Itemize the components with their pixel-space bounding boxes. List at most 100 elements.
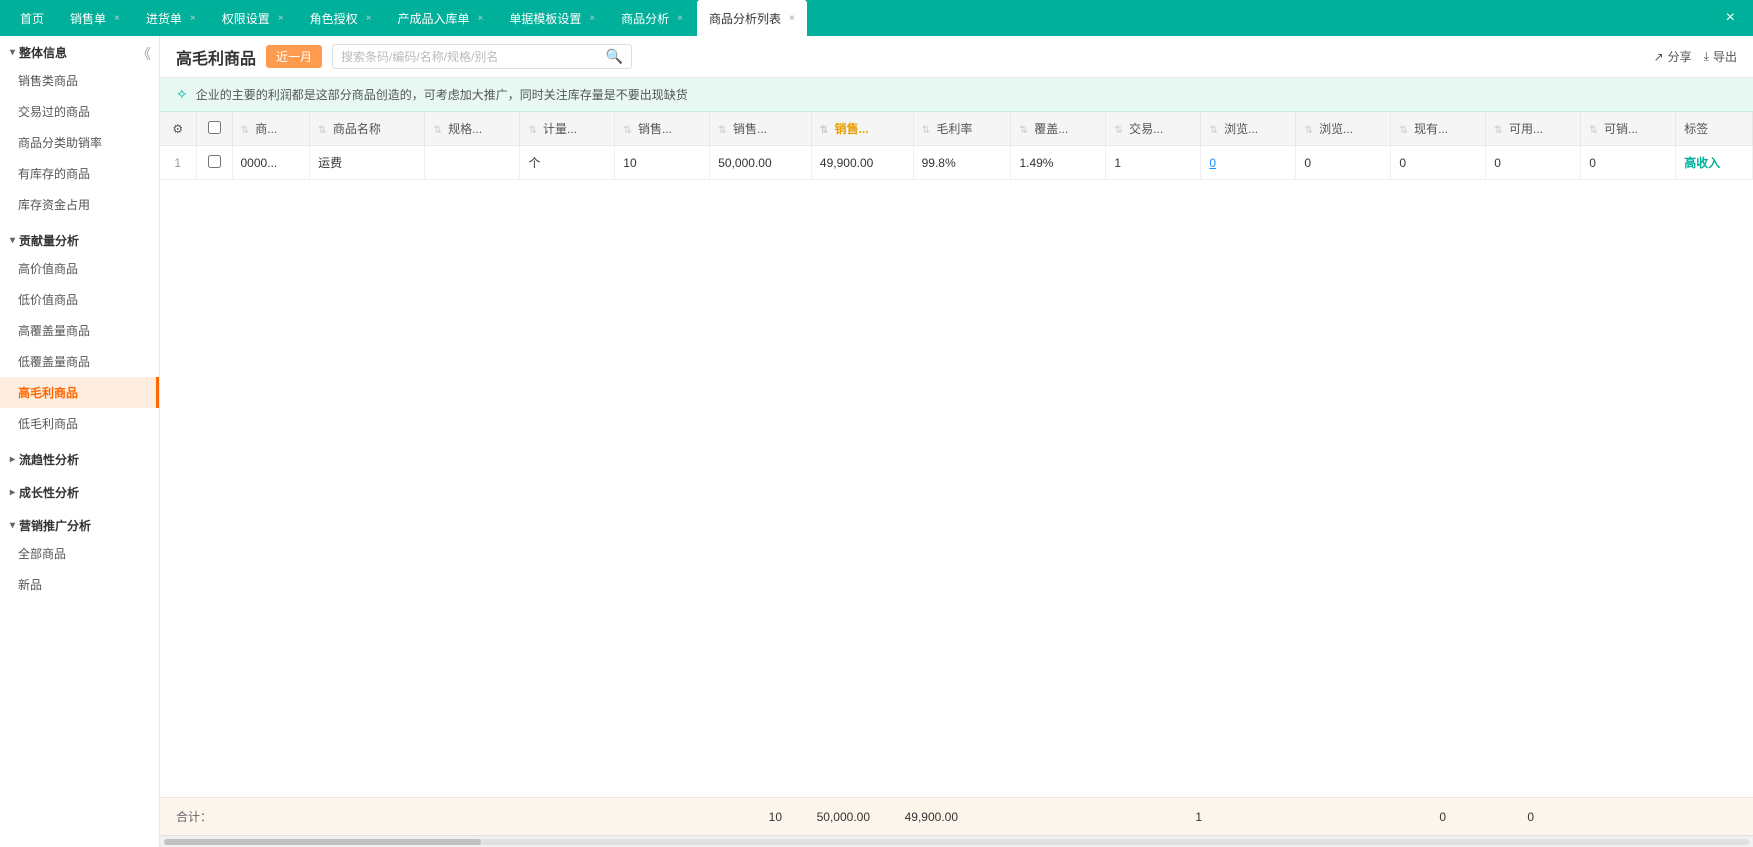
select-all-checkbox[interactable] — [208, 121, 221, 134]
col-coverage[interactable]: ⇅ 覆盖... — [1011, 112, 1106, 146]
row-gross-rate: 99.8% — [913, 146, 1011, 180]
footer-available: 0 — [1462, 810, 1542, 824]
sidebar-item-sales-products[interactable]: 销售类商品 — [0, 65, 159, 96]
nav-sales[interactable]: 销售单 × — [58, 0, 132, 36]
col-transactions[interactable]: ⇅ 交易... — [1106, 112, 1201, 146]
sidebar-item-high-margin[interactable]: 高毛利商品 — [0, 377, 159, 408]
row-browse1[interactable]: 0 — [1201, 146, 1296, 180]
nav-product-analysis[interactable]: 商品分析 × — [609, 0, 695, 36]
footer-summary: 合计： 10 50,000.00 49,900.00 1 0 0 — [160, 797, 1753, 835]
sidebar-item-category-sales-rate[interactable]: 商品分类助销率 — [0, 127, 159, 158]
sort-icon-14: ⇅ — [1494, 125, 1502, 136]
sidebar-item-low-value[interactable]: 低价值商品 — [0, 284, 159, 315]
nav-purchase[interactable]: 进货单 × — [134, 0, 208, 36]
close-inbound-tab[interactable]: × — [477, 13, 483, 24]
nav-product-inbound[interactable]: 产成品入库单 × — [385, 0, 495, 36]
chevron-down-icon-3: ▾ — [10, 520, 15, 531]
nav-product-analysis-list[interactable]: 商品分析列表 × — [697, 0, 807, 36]
sidebar-item-traded-products[interactable]: 交易过的商品 — [0, 96, 159, 127]
content-area: 高毛利商品 近一月 🔍 ↗ 分享 ⤓ 导出 ✧ 企业的主要的利润都是这部分商品创… — [160, 36, 1753, 847]
col-sellable[interactable]: ⇅ 可销... — [1581, 112, 1676, 146]
row-unit: 个 — [520, 146, 615, 180]
close-purchase-tab[interactable]: × — [190, 13, 196, 24]
close-role-tab[interactable]: × — [366, 13, 372, 24]
sidebar-item-new-products[interactable]: 新品 — [0, 569, 159, 600]
share-icon: ↗ — [1654, 50, 1664, 64]
content-header: 高毛利商品 近一月 🔍 ↗ 分享 ⤓ 导出 — [160, 36, 1753, 78]
footer-transactions: 1 — [1130, 810, 1210, 824]
sidebar-group-contribution: ▾ 贡献量分析 高价值商品 低价值商品 高覆盖量商品 低覆盖量商品 高毛利商品 … — [0, 224, 159, 439]
col-settings[interactable]: ⚙ — [160, 112, 196, 146]
nav-template-settings[interactable]: 单据模板设置 × — [497, 0, 607, 36]
sort-icon-8: ⇅ — [922, 125, 930, 136]
share-button[interactable]: ↗ 分享 — [1654, 48, 1692, 65]
col-sales2[interactable]: ⇅ 销售... — [710, 112, 812, 146]
close-template-tab[interactable]: × — [589, 13, 595, 24]
sidebar-group-marketing: ▾ 营销推广分析 全部商品 新品 — [0, 509, 159, 600]
sidebar-item-in-stock-products[interactable]: 有库存的商品 — [0, 158, 159, 189]
close-analysis-list-tab[interactable]: × — [789, 13, 795, 24]
row-browse2: 0 — [1296, 146, 1391, 180]
sidebar-item-high-value[interactable]: 高价值商品 — [0, 253, 159, 284]
export-button[interactable]: ⤓ 导出 — [1704, 48, 1737, 65]
sidebar-section-growth[interactable]: ▸ 成长性分析 — [0, 476, 159, 505]
sidebar-section-overall[interactable]: ▾ 整体信息 — [0, 36, 159, 65]
col-browse1[interactable]: ⇅ 浏览... — [1201, 112, 1296, 146]
search-box: 🔍 — [332, 44, 632, 69]
row-sales1: 10 — [615, 146, 710, 180]
col-tag[interactable]: 标签 — [1676, 112, 1753, 146]
col-sales3[interactable]: ⇅ 销售... — [811, 112, 913, 146]
nav-home[interactable]: 首页 — [8, 0, 56, 36]
row-checkbox[interactable] — [196, 146, 232, 180]
close-permission-tab[interactable]: × — [278, 13, 284, 24]
sidebar-collapse-button[interactable]: 《 — [137, 44, 151, 64]
sidebar-item-low-margin[interactable]: 低毛利商品 — [0, 408, 159, 439]
col-gross-rate[interactable]: ⇅ 毛利率 — [913, 112, 1011, 146]
col-checkbox[interactable] — [196, 112, 232, 146]
col-sales1[interactable]: ⇅ 销售... — [615, 112, 710, 146]
col-current[interactable]: ⇅ 现有... — [1391, 112, 1486, 146]
horizontal-scrollbar[interactable] — [160, 835, 1753, 847]
search-input[interactable] — [341, 50, 600, 64]
export-icon: ⤓ — [1704, 49, 1709, 64]
col-spec[interactable]: ⇅ 规格... — [425, 112, 520, 146]
row-sellable: 0 — [1581, 146, 1676, 180]
sidebar-item-inventory-capital[interactable]: 库存资金占用 — [0, 189, 159, 220]
filter-recent-month-button[interactable]: 近一月 — [266, 45, 322, 68]
sort-icon-15: ⇅ — [1589, 125, 1597, 136]
table-header-row: ⚙ ⇅ 商... ⇅ 商品名称 — [160, 112, 1753, 146]
sidebar-group-trend: ▸ 流趋性分析 — [0, 443, 159, 472]
sidebar-section-contribution[interactable]: ▾ 贡献量分析 — [0, 224, 159, 253]
gear-icon: ⚙ — [172, 122, 183, 136]
sort-icon-11: ⇅ — [1209, 125, 1217, 136]
scroll-thumb — [164, 839, 481, 845]
window-close-button[interactable]: × — [1716, 9, 1745, 27]
sort-icon: ⇅ — [241, 125, 249, 136]
col-browse2[interactable]: ⇅ 浏览... — [1296, 112, 1391, 146]
close-sales-tab[interactable]: × — [114, 13, 120, 24]
row-tag: 高收入 — [1676, 146, 1753, 180]
row-code: 0000... — [232, 146, 310, 180]
table-container: ⚙ ⇅ 商... ⇅ 商品名称 — [160, 112, 1753, 797]
sidebar-item-high-coverage[interactable]: 高覆盖量商品 — [0, 315, 159, 346]
col-code[interactable]: ⇅ 商... — [232, 112, 310, 146]
close-analysis-tab[interactable]: × — [677, 13, 683, 24]
row-sales2: 50,000.00 — [710, 146, 812, 180]
row-current: 0 — [1391, 146, 1486, 180]
col-product-name[interactable]: ⇅ 商品名称 — [310, 112, 425, 146]
nav-permission-settings[interactable]: 权限设置 × — [210, 0, 296, 36]
footer-label: 合计： — [176, 808, 212, 825]
col-unit[interactable]: ⇅ 计量... — [520, 112, 615, 146]
chevron-right-icon: ▸ — [10, 454, 15, 465]
sidebar-item-low-coverage[interactable]: 低覆盖量商品 — [0, 346, 159, 377]
sidebar-group-overall: ▾ 整体信息 销售类商品 交易过的商品 商品分类助销率 有库存的商品 库存资金占… — [0, 36, 159, 220]
sidebar-group-growth: ▸ 成长性分析 — [0, 476, 159, 505]
sidebar-section-marketing[interactable]: ▾ 营销推广分析 — [0, 509, 159, 538]
col-available[interactable]: ⇅ 可用... — [1486, 112, 1581, 146]
row-num: 1 — [160, 146, 196, 180]
sidebar-item-all-products[interactable]: 全部商品 — [0, 538, 159, 569]
notice-text: 企业的主要的利润都是这部分商品创造的，可考虑加大推广，同时关注库存量是不要出现缺… — [196, 86, 688, 103]
sidebar-section-trend[interactable]: ▸ 流趋性分析 — [0, 443, 159, 472]
nav-role-auth[interactable]: 角色授权 × — [298, 0, 384, 36]
search-icon[interactable]: 🔍 — [606, 48, 623, 65]
